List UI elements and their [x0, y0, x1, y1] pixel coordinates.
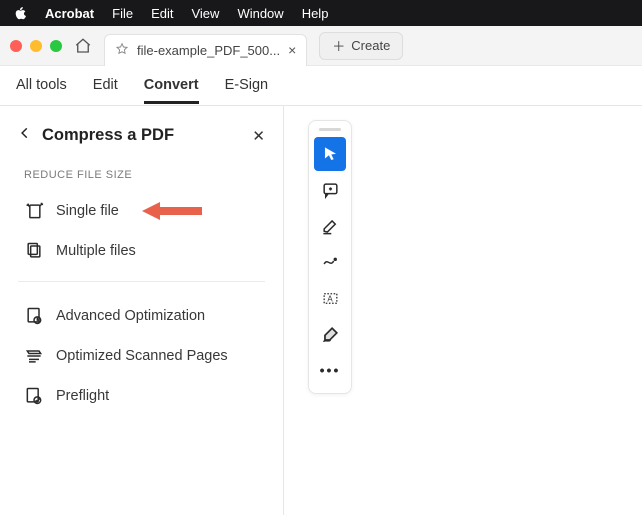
section-label: REDUCE FILE SIZE	[10, 163, 273, 191]
scanned-pages-icon	[24, 346, 44, 366]
toolbar-grip-icon[interactable]	[319, 128, 341, 131]
menu-window[interactable]: Window	[237, 6, 283, 21]
nav-edit[interactable]: Edit	[93, 77, 118, 95]
zoom-window-button[interactable]	[50, 40, 62, 52]
back-button[interactable]	[18, 126, 32, 145]
advanced-optimization-label: Advanced Optimization	[56, 308, 205, 324]
preflight-label: Preflight	[56, 388, 109, 404]
app-body: Compress a PDF ✕ REDUCE FILE SIZE Single…	[0, 106, 642, 515]
more-tools[interactable]: •••	[314, 353, 346, 387]
advanced-opt-icon	[24, 306, 44, 326]
app-name[interactable]: Acrobat	[45, 6, 94, 21]
main-nav: All tools Edit Convert E-Sign	[0, 66, 642, 106]
nav-convert[interactable]: Convert	[144, 77, 199, 104]
menu-edit[interactable]: Edit	[151, 6, 173, 21]
star-icon	[115, 42, 129, 59]
single-file-item[interactable]: Single file	[16, 191, 267, 231]
compress-panel: Compress a PDF ✕ REDUCE FILE SIZE Single…	[0, 106, 284, 515]
select-tool[interactable]	[314, 137, 346, 171]
multiple-files-item[interactable]: Multiple files	[16, 231, 267, 271]
draw-tool[interactable]	[314, 245, 346, 279]
multiple-files-icon	[24, 241, 44, 261]
panel-divider	[18, 281, 265, 282]
sign-tool[interactable]	[314, 317, 346, 351]
document-stage: A •••	[284, 106, 642, 515]
mac-menubar: Acrobat File Edit View Window Help	[0, 0, 642, 26]
document-tab[interactable]: file-example_PDF_500... ×	[104, 34, 307, 66]
floating-toolbar[interactable]: A •••	[308, 120, 352, 394]
plus-icon: ＋	[332, 36, 345, 55]
menu-help[interactable]: Help	[302, 6, 329, 21]
preflight-icon	[24, 386, 44, 406]
textbox-tool[interactable]: A	[314, 281, 346, 315]
optimized-scanned-item[interactable]: Optimized Scanned Pages	[16, 336, 267, 376]
preflight-item[interactable]: Preflight	[16, 376, 267, 416]
single-file-icon	[24, 201, 44, 221]
nav-all-tools[interactable]: All tools	[16, 77, 67, 95]
apple-logo-icon	[14, 7, 27, 20]
highlight-tool[interactable]	[314, 209, 346, 243]
comment-tool[interactable]	[314, 173, 346, 207]
callout-arrow-icon	[142, 200, 202, 222]
multiple-files-label: Multiple files	[56, 243, 136, 259]
optimized-scanned-label: Optimized Scanned Pages	[56, 348, 228, 364]
menu-file[interactable]: File	[112, 6, 133, 21]
panel-close-button[interactable]: ✕	[252, 127, 265, 145]
window-header: file-example_PDF_500... × ＋ Create	[0, 26, 642, 66]
close-window-button[interactable]	[10, 40, 22, 52]
single-file-label: Single file	[56, 203, 119, 219]
create-button[interactable]: ＋ Create	[319, 32, 403, 60]
minimize-window-button[interactable]	[30, 40, 42, 52]
panel-title: Compress a PDF	[42, 126, 242, 145]
home-button[interactable]	[74, 37, 92, 55]
create-label: Create	[351, 38, 390, 53]
advanced-optimization-item[interactable]: Advanced Optimization	[16, 296, 267, 336]
menu-view[interactable]: View	[191, 6, 219, 21]
tab-title: file-example_PDF_500...	[137, 43, 280, 58]
tab-close-icon[interactable]: ×	[288, 42, 296, 58]
svg-text:A: A	[327, 294, 333, 303]
traffic-lights	[10, 40, 62, 52]
nav-esign[interactable]: E-Sign	[225, 77, 269, 95]
